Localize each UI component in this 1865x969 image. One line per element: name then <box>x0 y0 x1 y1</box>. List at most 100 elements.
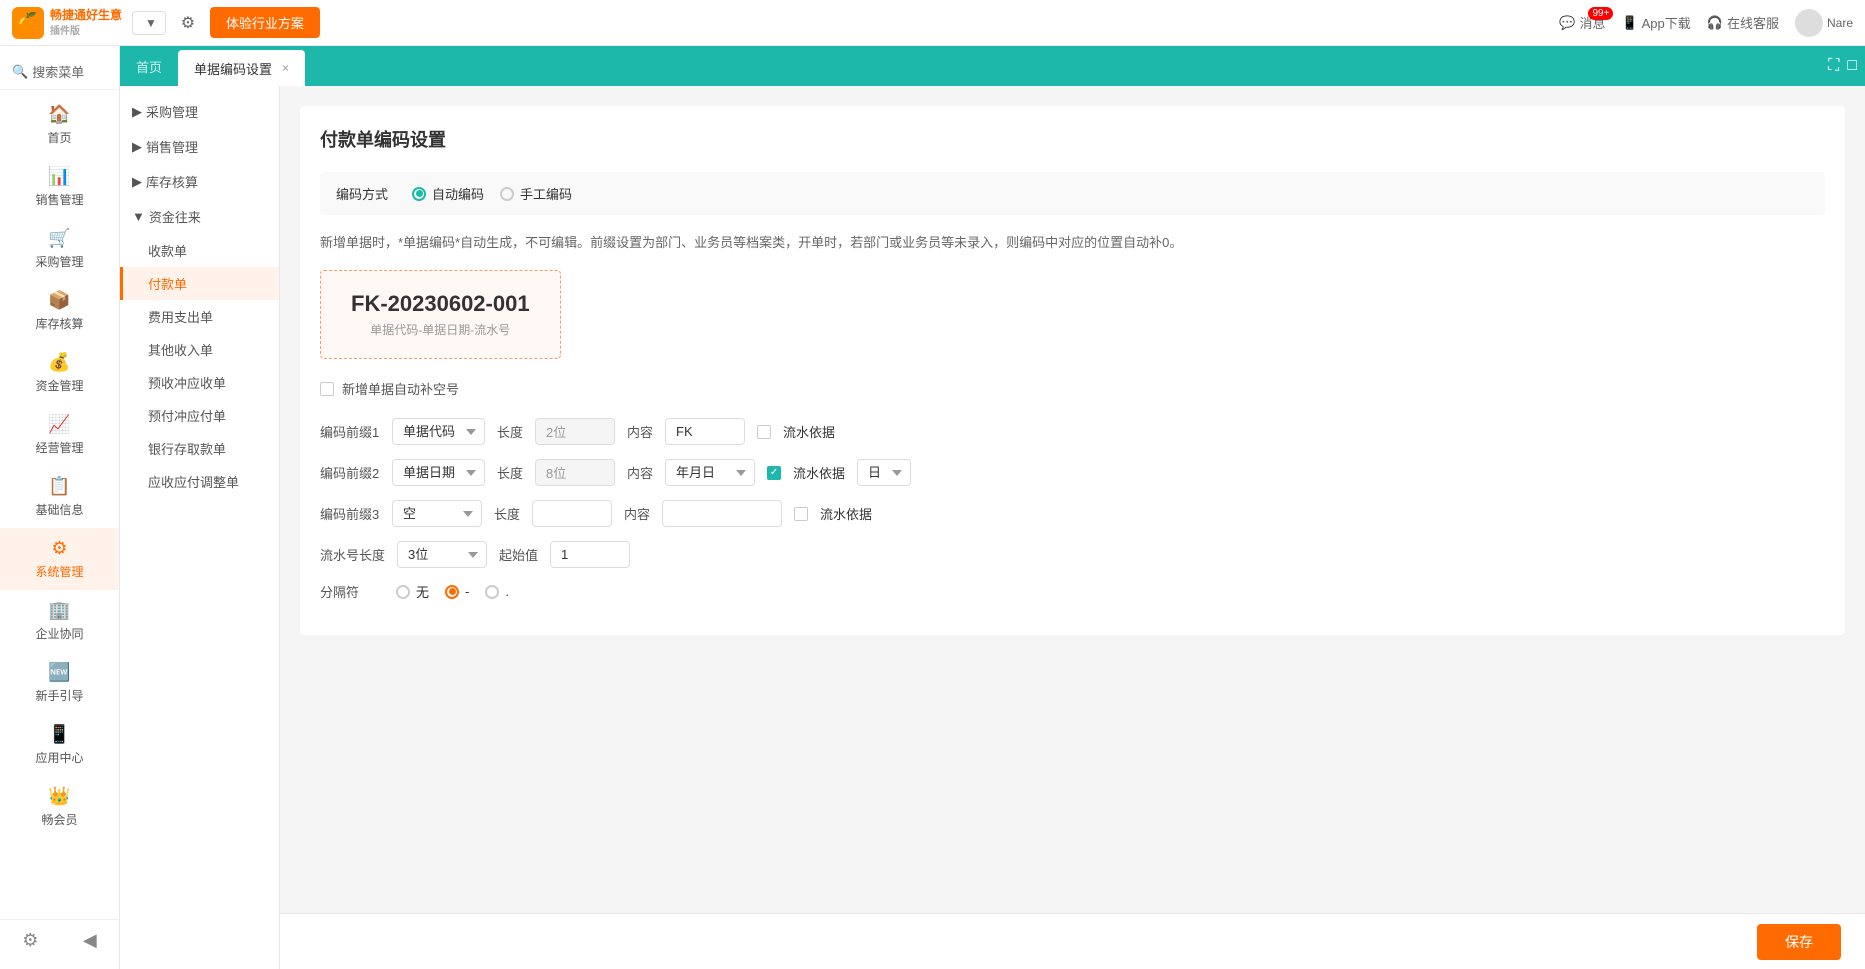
sidebar-item-member[interactable]: 👑 畅会员 <box>0 776 119 838</box>
enterprise-icon: 🏢 <box>48 600 70 621</box>
system-icon: ⚙ <box>51 538 67 559</box>
sub-menu-group-finance: ▼ 资金往来 收款单 付款单 费用支出单 其他收入单 <box>120 199 279 498</box>
encoding-method-section: 编码方式 自动编码 手工编码 <box>320 172 1825 215</box>
separator-label: 分隔符 <box>320 582 380 601</box>
sub-menu-item-prepay-payable[interactable]: 预付冲应付单 <box>120 399 279 432</box>
prefix1-select[interactable]: 单据代码 <box>392 418 485 445</box>
download-button[interactable]: 📱 App下载 <box>1621 13 1690 32</box>
tabbar: 首页 单据编码设置 × ⛶ □ <box>120 46 1865 86</box>
sidebar-item-newbie[interactable]: 🆕 新手引导 <box>0 652 119 714</box>
manual-encoding-radio[interactable]: 手工编码 <box>500 184 572 203</box>
prefix3-content-label: 内容 <box>624 504 650 523</box>
preview-desc: 单据代码-单据日期-流水号 <box>351 321 530 338</box>
prefix2-serial-label: 流水依据 <box>793 463 845 482</box>
prefix3-content-input[interactable] <box>662 500 782 527</box>
serial-length-row: 流水号长度 3位 起始值 <box>320 541 1825 568</box>
sub-menu-item-expense[interactable]: 费用支出单 <box>120 300 279 333</box>
topbar-right: 💬 消息 99+ 📱 App下载 🎧 在线客服 Nare <box>1559 9 1853 37</box>
prefix3-serial-checkbox[interactable] <box>794 507 808 521</box>
auto-fill-label: 新增单据自动补空号 <box>342 379 459 398</box>
sub-menu-header-inventory[interactable]: ▶ 库存核算 <box>120 164 279 199</box>
sub-menu-item-other-income[interactable]: 其他收入单 <box>120 333 279 366</box>
sep-none-btn[interactable] <box>396 585 410 599</box>
sub-menu-item-receipt[interactable]: 收款单 <box>120 234 279 267</box>
prefix2-serial-checkbox[interactable] <box>767 466 781 480</box>
user-profile[interactable]: Nare <box>1795 9 1853 37</box>
sep-dash-radio[interactable]: - <box>445 584 469 599</box>
page-main: 付款单编码设置 编码方式 自动编码 手工编码 <box>280 86 1865 913</box>
sub-menu-item-ap-adjustment[interactable]: 应收应付调整单 <box>120 465 279 498</box>
sub-menu-header-purchase[interactable]: ▶ 采购管理 <box>120 94 279 129</box>
prefix2-content-select[interactable]: 年月日 <box>665 459 755 486</box>
preview-box: FK-20230602-001 单据代码-单据日期-流水号 <box>320 270 561 359</box>
encoding-method-label: 编码方式 <box>336 184 388 203</box>
message-button[interactable]: 💬 消息 99+ <box>1559 13 1605 32</box>
collapse-sidebar-button[interactable]: ◀ <box>73 920 107 961</box>
sub-menu-header-finance[interactable]: ▼ 资金往来 <box>120 199 279 234</box>
prefix1-content-label: 内容 <box>627 422 653 441</box>
auto-encoding-radio[interactable]: 自动编码 <box>412 184 484 203</box>
tab-home[interactable]: 首页 <box>120 46 178 86</box>
prefix2-select[interactable]: 单据日期 <box>392 459 485 486</box>
sub-menu-item-bank-deposit[interactable]: 银行存取款单 <box>120 432 279 465</box>
topbar-dropdown[interactable]: ▼ <box>132 11 166 35</box>
prefix1-content-input[interactable] <box>665 418 745 445</box>
restore-icon[interactable]: □ <box>1847 57 1857 75</box>
search-menu[interactable]: 🔍 搜索菜单 <box>0 54 119 90</box>
maximize-icon[interactable]: ⛶ <box>1828 57 1839 75</box>
sub-menu-item-payment[interactable]: 付款单 <box>120 267 279 300</box>
purchase-icon: 🛒 <box>48 228 70 249</box>
sep-dot-radio[interactable]: . <box>485 584 509 599</box>
save-button[interactable]: 保存 <box>1757 924 1841 960</box>
prefix1-length-label: 长度 <box>497 422 523 441</box>
sidebar-item-finance[interactable]: 💰 资金管理 <box>0 342 119 404</box>
tab-close-icon[interactable]: × <box>282 61 289 75</box>
layout: 🔍 搜索菜单 🏠 首页 📊 销售管理 🛒 采购管理 📦 库存核算 💰 资金管理 … <box>0 46 1865 969</box>
sidebar-item-enterprise[interactable]: 🏢 企业协同 <box>0 590 119 652</box>
sidebar-item-basic[interactable]: 📋 基础信息 <box>0 466 119 528</box>
trial-button[interactable]: 体验行业方案 <box>210 7 320 38</box>
prefix3-length-input[interactable] <box>532 500 612 527</box>
sidebar-item-purchase[interactable]: 🛒 采购管理 <box>0 218 119 280</box>
settings-icon[interactable]: ⚙ <box>174 9 202 37</box>
bottom-settings-button[interactable]: ⚙ <box>12 920 48 961</box>
sidebar-item-home[interactable]: 🏠 首页 <box>0 94 119 156</box>
newbie-icon: 🆕 <box>48 662 70 683</box>
sub-menu-header-sales[interactable]: ▶ 销售管理 <box>120 129 279 164</box>
service-button[interactable]: 🎧 在线客服 <box>1707 13 1779 32</box>
prefix1-label: 编码前缀1 <box>320 422 380 441</box>
sidebar-item-inventory[interactable]: 📦 库存核算 <box>0 280 119 342</box>
prefix3-select[interactable]: 空 <box>392 500 482 527</box>
prefix3-label: 编码前缀3 <box>320 504 380 523</box>
content-area: ▶ 采购管理 ▶ 销售管理 ▶ 库存核算 <box>120 86 1865 969</box>
search-icon: 🔍 <box>12 64 28 80</box>
sub-menu-item-prepay-receivable[interactable]: 预收冲应收单 <box>120 366 279 399</box>
serial-length-select[interactable]: 3位 <box>397 541 487 568</box>
prefix1-serial-checkbox[interactable] <box>757 425 771 439</box>
tab-encoding[interactable]: 单据编码设置 × <box>178 50 305 86</box>
auto-fill-checkbox[interactable] <box>320 382 334 396</box>
sidebar: 🔍 搜索菜单 🏠 首页 📊 销售管理 🛒 采购管理 📦 库存核算 💰 资金管理 … <box>0 46 120 969</box>
sidebar-item-system[interactable]: ⚙ 系统管理 <box>0 528 119 590</box>
description-text: 新增单据时，*单据编码*自动生成，不可编辑。前缀设置为部门、业务员等档案类，开单… <box>320 231 1825 254</box>
sidebar-bottom: ⚙ ◀ <box>0 919 119 961</box>
sep-dot-btn[interactable] <box>485 585 499 599</box>
prefix1-length-input <box>535 418 615 445</box>
sidebar-item-appcenter[interactable]: 📱 应用中心 <box>0 714 119 776</box>
page-wrapper: 付款单编码设置 编码方式 自动编码 手工编码 <box>280 86 1865 969</box>
chevron-down-icon2: ▼ <box>132 209 145 224</box>
auto-fill-row: 新增单据自动补空号 <box>320 379 1825 398</box>
start-value-input[interactable] <box>550 541 630 568</box>
manual-radio-btn[interactable] <box>500 187 514 201</box>
user-name: Nare <box>1827 16 1853 30</box>
logo-text: 畅捷通好生意 <box>50 8 122 22</box>
sidebar-item-operation[interactable]: 📈 经营管理 <box>0 404 119 466</box>
sidebar-item-sales[interactable]: 📊 销售管理 <box>0 156 119 218</box>
sub-menu-group-sales: ▶ 销售管理 <box>120 129 279 164</box>
sep-dash-btn[interactable] <box>445 585 459 599</box>
auto-radio-btn[interactable] <box>412 187 426 201</box>
logo-sub: 插件版 <box>50 22 122 37</box>
start-value-label: 起始值 <box>499 545 538 564</box>
sep-none-radio[interactable]: 无 <box>396 582 429 601</box>
prefix2-day-select[interactable]: 日 <box>857 459 911 486</box>
